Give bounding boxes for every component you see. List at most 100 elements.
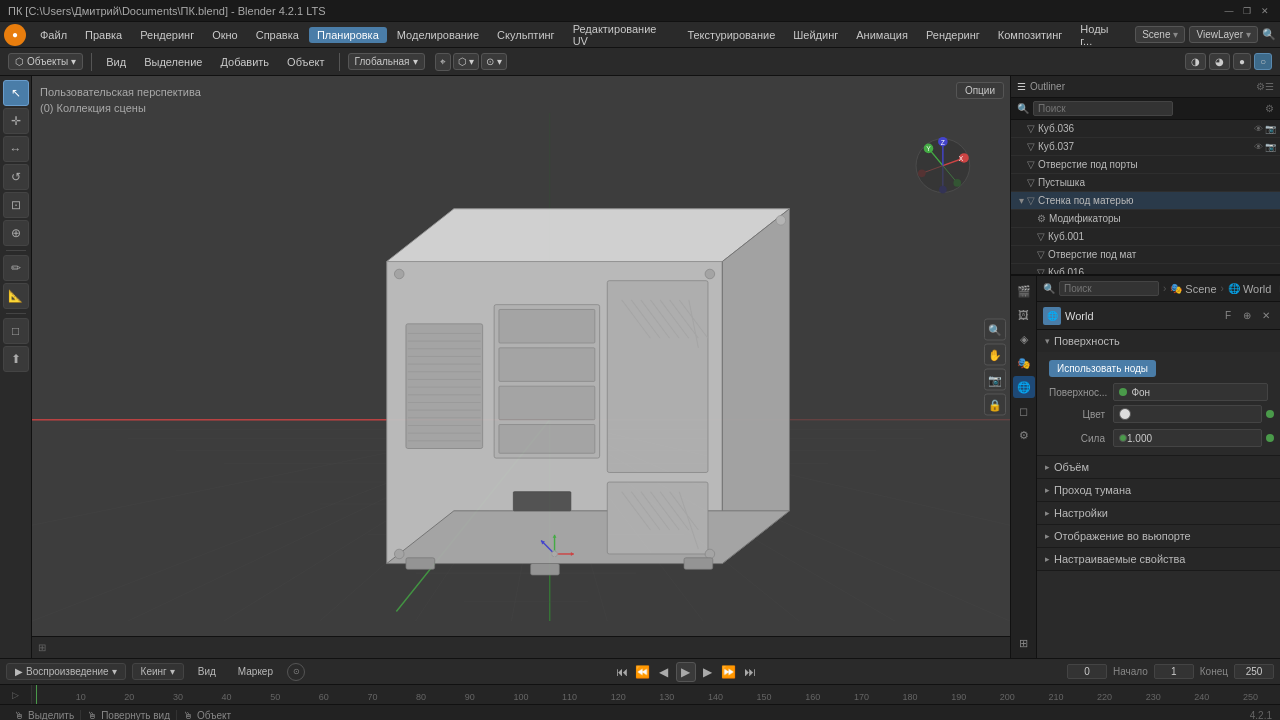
tool-cursor[interactable]: ✛ [3, 108, 29, 134]
tool-measure[interactable]: 📐 [3, 283, 29, 309]
outliner-item-kub001[interactable]: ▽ Куб.001 [1011, 228, 1280, 246]
tool-scale[interactable]: ⊡ [3, 192, 29, 218]
tab-nodes[interactable]: Ноды г... [1072, 21, 1129, 49]
outliner-filter-btn[interactable]: ⚙ [1256, 81, 1265, 92]
proportional-btn[interactable]: ⊙ ▾ [481, 53, 507, 70]
timeline-cursor[interactable] [36, 685, 37, 704]
end-frame[interactable]: 250 [1234, 664, 1274, 679]
props-search-input[interactable] [1059, 281, 1159, 296]
viewlayer-selector[interactable]: ViewLayer ▾ [1189, 26, 1258, 43]
close-btn[interactable]: ✕ [1258, 4, 1272, 18]
settings-section-header[interactable]: Настройки [1037, 502, 1280, 524]
options-button[interactable]: Опции [956, 82, 1004, 99]
menu-edit[interactable]: Правка [77, 27, 130, 43]
volume-section-header[interactable]: Объём [1037, 456, 1280, 478]
viewport-display-header[interactable]: Отображение во вьюпорте [1037, 525, 1280, 547]
menu-render[interactable]: Рендеринг [132, 27, 202, 43]
prop-view-layer-btn[interactable]: ◈ [1013, 328, 1035, 350]
timeline-marker-menu[interactable]: Маркер [230, 664, 281, 679]
render-icon[interactable]: 📷 [1265, 142, 1276, 152]
outliner-item-pustishka[interactable]: ▽ Пустышка [1011, 174, 1280, 192]
color-keyframe-dot[interactable] [1266, 410, 1274, 418]
timeline-view-menu[interactable]: Вид [190, 664, 224, 679]
tab-texture[interactable]: Текстурирование [679, 27, 783, 43]
prop-render-btn[interactable]: 🎬 [1013, 280, 1035, 302]
tool-add-cube[interactable]: □ [3, 318, 29, 344]
camera-view-btn[interactable]: 📷 [984, 369, 1006, 391]
menu-help[interactable]: Справка [248, 27, 307, 43]
tool-rotate[interactable]: ↺ [3, 164, 29, 190]
minimize-btn[interactable]: — [1222, 4, 1236, 18]
unlink-btn[interactable]: ✕ [1258, 308, 1274, 324]
status-object[interactable]: 🖱 Объект [177, 710, 237, 720]
start-frame[interactable]: 1 [1154, 664, 1194, 679]
tab-shading[interactable]: Шейдинг [785, 27, 846, 43]
surface-section-header[interactable]: Поверхность [1037, 330, 1280, 352]
prop-scene-btn[interactable]: 🎭 [1013, 352, 1035, 374]
viewport-shading-wire[interactable]: ○ [1254, 53, 1272, 70]
tool-annotate[interactable]: ✏ [3, 255, 29, 281]
filter-icon[interactable]: ⚙ [1265, 103, 1274, 114]
outliner-item-kub036[interactable]: ▽ Куб.036 👁 📷 [1011, 120, 1280, 138]
strength-keyframe-dot[interactable] [1266, 434, 1274, 442]
status-select[interactable]: 🖱 Выделить [8, 710, 81, 720]
viewport-shading-rendered[interactable]: ● [1233, 53, 1251, 70]
outliner-item-otv-mat[interactable]: ▽ Отверстие под мат [1011, 246, 1280, 264]
tool-transform[interactable]: ⊕ [3, 220, 29, 246]
viewport-3d[interactable]: X Y Z Пользовательская перспектива [32, 76, 1010, 658]
prop-object-btn[interactable]: ◻ [1013, 400, 1035, 422]
fake-user-btn[interactable]: F [1220, 308, 1236, 324]
prop-world-btn[interactable]: 🌐 [1013, 376, 1035, 398]
copy-btn[interactable]: ⊕ [1239, 308, 1255, 324]
scene-selector[interactable]: Scene ▾ [1135, 26, 1185, 43]
outliner-item-otv-ports[interactable]: ▽ Отверстие под порты [1011, 156, 1280, 174]
outliner-item-kub037[interactable]: ▽ Куб.037 👁 📷 [1011, 138, 1280, 156]
outliner-search-input[interactable] [1033, 101, 1173, 116]
timeline-ruler[interactable]: 0102030405060708090100110120130140150160… [32, 685, 1280, 704]
breadcrumb-world[interactable]: 🌐 World [1228, 283, 1272, 295]
prev-frame-btn[interactable]: ⏪ [634, 663, 652, 681]
prop-modifier-btn[interactable]: ⚙ [1013, 424, 1035, 446]
jump-end-btn[interactable]: ⏭ [741, 663, 759, 681]
tab-animation[interactable]: Анимация [848, 27, 916, 43]
menu-file[interactable]: Файл [32, 27, 75, 43]
keying-menu[interactable]: Кеинг ▾ [132, 663, 184, 680]
prop-extra-btn[interactable]: ⊞ [1013, 632, 1035, 654]
surface-value-btn[interactable]: Фон [1113, 383, 1268, 401]
jump-prev-key-btn[interactable]: ◀ [655, 663, 673, 681]
next-frame-btn[interactable]: ⏩ [720, 663, 738, 681]
tab-uv[interactable]: Редактирование UV [565, 21, 678, 49]
viewport-shading-material[interactable]: ◕ [1209, 53, 1230, 70]
tool-select[interactable]: ↖ [3, 80, 29, 106]
search-icon[interactable]: 🔍 [1262, 28, 1276, 41]
jump-next-key-btn[interactable]: ▶ [699, 663, 717, 681]
tab-sculpting[interactable]: Скульптинг [489, 27, 563, 43]
render-icon[interactable]: 📷 [1265, 124, 1276, 134]
lock-camera-btn[interactable]: 🔒 [984, 394, 1006, 416]
color-swatch-btn[interactable] [1113, 405, 1262, 423]
tool-extrude[interactable]: ⬆ [3, 346, 29, 372]
outliner-item-kub016[interactable]: ▽ Куб.016 [1011, 264, 1280, 274]
outliner-item-stenka[interactable]: ▾ ▽ Стенка под матерью [1011, 192, 1280, 210]
fog-section-header[interactable]: Проход тумана [1037, 479, 1280, 501]
breadcrumb-scene[interactable]: 🎭 Scene [1170, 283, 1216, 295]
view-menu[interactable]: Вид [100, 54, 132, 70]
zoom-in-btn[interactable]: 🔍 [984, 319, 1006, 341]
tab-modeling[interactable]: Моделирование [389, 27, 487, 43]
tab-layout[interactable]: Планировка [309, 27, 387, 43]
move-view-btn[interactable]: ✋ [984, 344, 1006, 366]
strength-value-field[interactable]: 1.000 [1113, 429, 1262, 447]
current-frame-display[interactable]: 0 [1067, 664, 1107, 679]
tool-move[interactable]: ↔ [3, 136, 29, 162]
maximize-btn[interactable]: ❐ [1240, 4, 1254, 18]
custom-props-header[interactable]: Настраиваемые свойства [1037, 548, 1280, 570]
tab-compositing[interactable]: Композитинг [990, 27, 1071, 43]
tab-rendering[interactable]: Рендеринг [918, 27, 988, 43]
mode-selector[interactable]: ⬡ Объекты ▾ [8, 53, 83, 70]
outliner-item-modifiers[interactable]: ⚙ Модификаторы [1011, 210, 1280, 228]
use-nodes-button[interactable]: Использовать ноды [1049, 360, 1156, 377]
select-menu[interactable]: Выделение [138, 54, 208, 70]
transform-selector[interactable]: Глобальная ▾ [348, 53, 425, 70]
object-menu[interactable]: Объект [281, 54, 330, 70]
prop-output-btn[interactable]: 🖼 [1013, 304, 1035, 326]
